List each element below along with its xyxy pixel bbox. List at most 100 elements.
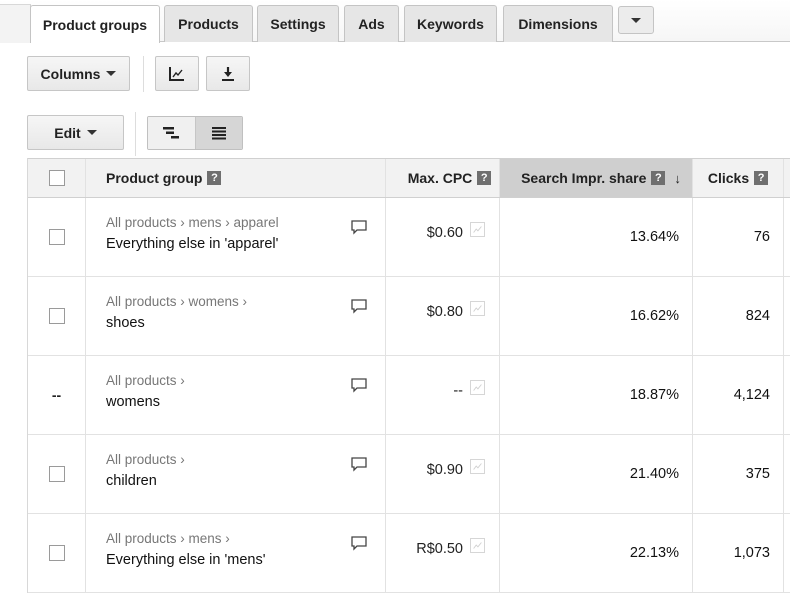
clicks-cell: 4,124: [693, 356, 784, 434]
bid-chart-icon[interactable]: [470, 300, 485, 316]
clicks-value: 375: [745, 466, 770, 482]
search-impr-share-cell: 13.64%: [500, 198, 693, 276]
search-impr-share-value: 22.13%: [629, 545, 679, 561]
bid-chart-icon[interactable]: [470, 537, 485, 553]
clicks-value: 4,124: [733, 387, 770, 403]
max-cpc-cell[interactable]: R$0.50: [386, 514, 500, 592]
search-impr-share-cell: 18.87%: [500, 356, 693, 434]
header-label: Search Impr. share: [521, 170, 647, 186]
table-row: All products › children $0.90 21.40% 375: [28, 435, 790, 514]
search-impr-share-value: 16.62%: [629, 308, 679, 324]
select-cell: [28, 198, 86, 276]
select-cell: [28, 514, 86, 592]
clicks-cell: 824: [693, 277, 784, 355]
chevron-down-icon: [86, 130, 97, 135]
tab-products[interactable]: Products: [164, 5, 253, 42]
row-checkbox[interactable]: [48, 466, 65, 482]
search-impr-share-value: 21.40%: [629, 466, 679, 482]
table-row: All products › mens › Everything else in…: [28, 514, 790, 593]
divider: [143, 56, 144, 92]
product-group-path: All products › mens › apparel: [106, 214, 279, 230]
bid-chart-icon[interactable]: [470, 221, 485, 237]
search-impr-share-cell: 16.62%: [500, 277, 693, 355]
download-button[interactable]: [206, 56, 250, 91]
max-cpc-cell[interactable]: $0.90: [386, 435, 500, 513]
table-row: -- All products › womens -- 18.87% 4,124: [28, 356, 790, 435]
header-clicks[interactable]: Clicks ?: [693, 159, 784, 197]
select-cell: [28, 277, 86, 355]
comment-icon[interactable]: [351, 536, 367, 551]
select-all-checkbox[interactable]: [48, 170, 65, 186]
flat-list-icon: [211, 127, 226, 140]
comment-icon[interactable]: [351, 220, 367, 235]
select-cell: [28, 435, 86, 513]
max-cpc-cell[interactable]: $0.60: [386, 198, 500, 276]
max-cpc-value: R$0.50: [416, 541, 463, 557]
bid-chart-icon[interactable]: [470, 379, 485, 395]
product-group-path: All products › womens ›: [106, 293, 248, 309]
edit-button[interactable]: Edit: [27, 115, 124, 150]
header-product-group[interactable]: Product group ?: [86, 159, 386, 197]
product-group-path: All products › mens ›: [106, 530, 230, 546]
tab-ads[interactable]: Ads: [344, 5, 399, 42]
sort-desc-icon: ↓: [674, 170, 681, 186]
more-tabs-button[interactable]: [618, 6, 654, 34]
search-impr-share-cell: 22.13%: [500, 514, 693, 592]
help-icon[interactable]: ?: [754, 171, 769, 185]
clicks-cell: 1,073: [693, 514, 784, 592]
product-group-name[interactable]: shoes: [106, 315, 247, 331]
bid-chart-icon[interactable]: [470, 458, 485, 474]
flat-view-button[interactable]: [194, 117, 242, 149]
max-cpc-value: $0.60: [426, 225, 463, 241]
max-cpc-value: --: [453, 383, 463, 399]
chevron-down-icon: [631, 17, 641, 23]
product-group-cell: All products › womens › shoes: [86, 277, 386, 355]
product-group-name[interactable]: Everything else in 'mens': [106, 552, 265, 568]
tab-settings[interactable]: Settings: [257, 5, 339, 42]
row-checkbox[interactable]: [48, 229, 65, 245]
help-icon[interactable]: ?: [651, 171, 666, 185]
clicks-cell: 375: [693, 435, 784, 513]
comment-icon[interactable]: [351, 457, 367, 472]
max-cpc-value: $0.80: [426, 304, 463, 320]
product-group-cell: All products › children: [86, 435, 386, 513]
clicks-value: 1,073: [733, 545, 770, 561]
comment-icon[interactable]: [351, 299, 367, 314]
row-checkbox[interactable]: [48, 308, 65, 324]
tree-view-button[interactable]: [148, 117, 195, 149]
max-cpc-cell[interactable]: $0.80: [386, 277, 500, 355]
product-group-cell: All products › womens: [86, 356, 386, 434]
help-icon[interactable]: ?: [207, 171, 222, 185]
product-group-name[interactable]: womens: [106, 394, 185, 410]
header-max-cpc[interactable]: Max. CPC ?: [386, 159, 500, 197]
tree-view-icon: [163, 127, 180, 139]
product-group-cell: All products › mens › apparel Everything…: [86, 198, 386, 276]
search-impr-share-value: 13.64%: [629, 229, 679, 245]
clicks-cell: 76: [693, 198, 784, 276]
download-icon: [222, 66, 234, 81]
header-search-impr-share[interactable]: Search Impr. share ? ↓: [500, 159, 693, 197]
clicks-value: 824: [745, 308, 770, 324]
comment-icon[interactable]: [351, 378, 367, 393]
product-group-name[interactable]: children: [106, 473, 185, 489]
header-select-cell: [28, 159, 86, 197]
help-icon[interactable]: ?: [477, 171, 492, 185]
header-label: Max. CPC: [407, 170, 473, 186]
tab-product-groups[interactable]: Product groups: [30, 5, 160, 43]
view-mode-toggle: [147, 116, 243, 150]
tab-keywords[interactable]: Keywords: [404, 5, 497, 42]
edit-label: Edit: [54, 124, 81, 141]
max-cpc-value: $0.90: [426, 462, 463, 478]
row-select-placeholder: --: [51, 387, 62, 403]
row-checkbox[interactable]: [48, 545, 65, 561]
max-cpc-cell[interactable]: --: [386, 356, 500, 434]
chart-toggle-button[interactable]: [155, 56, 199, 91]
columns-button[interactable]: Columns: [27, 56, 130, 91]
columns-label: Columns: [40, 65, 101, 82]
tab-dimensions[interactable]: Dimensions: [503, 5, 613, 42]
product-group-path: All products ›: [106, 372, 185, 388]
table-header: Product group ? Max. CPC ? Search Impr. …: [28, 158, 790, 198]
search-impr-share-cell: 21.40%: [500, 435, 693, 513]
product-group-name[interactable]: Everything else in 'apparel': [106, 236, 279, 252]
tab-bar: Product groups Products Settings Ads Key…: [0, 0, 790, 43]
